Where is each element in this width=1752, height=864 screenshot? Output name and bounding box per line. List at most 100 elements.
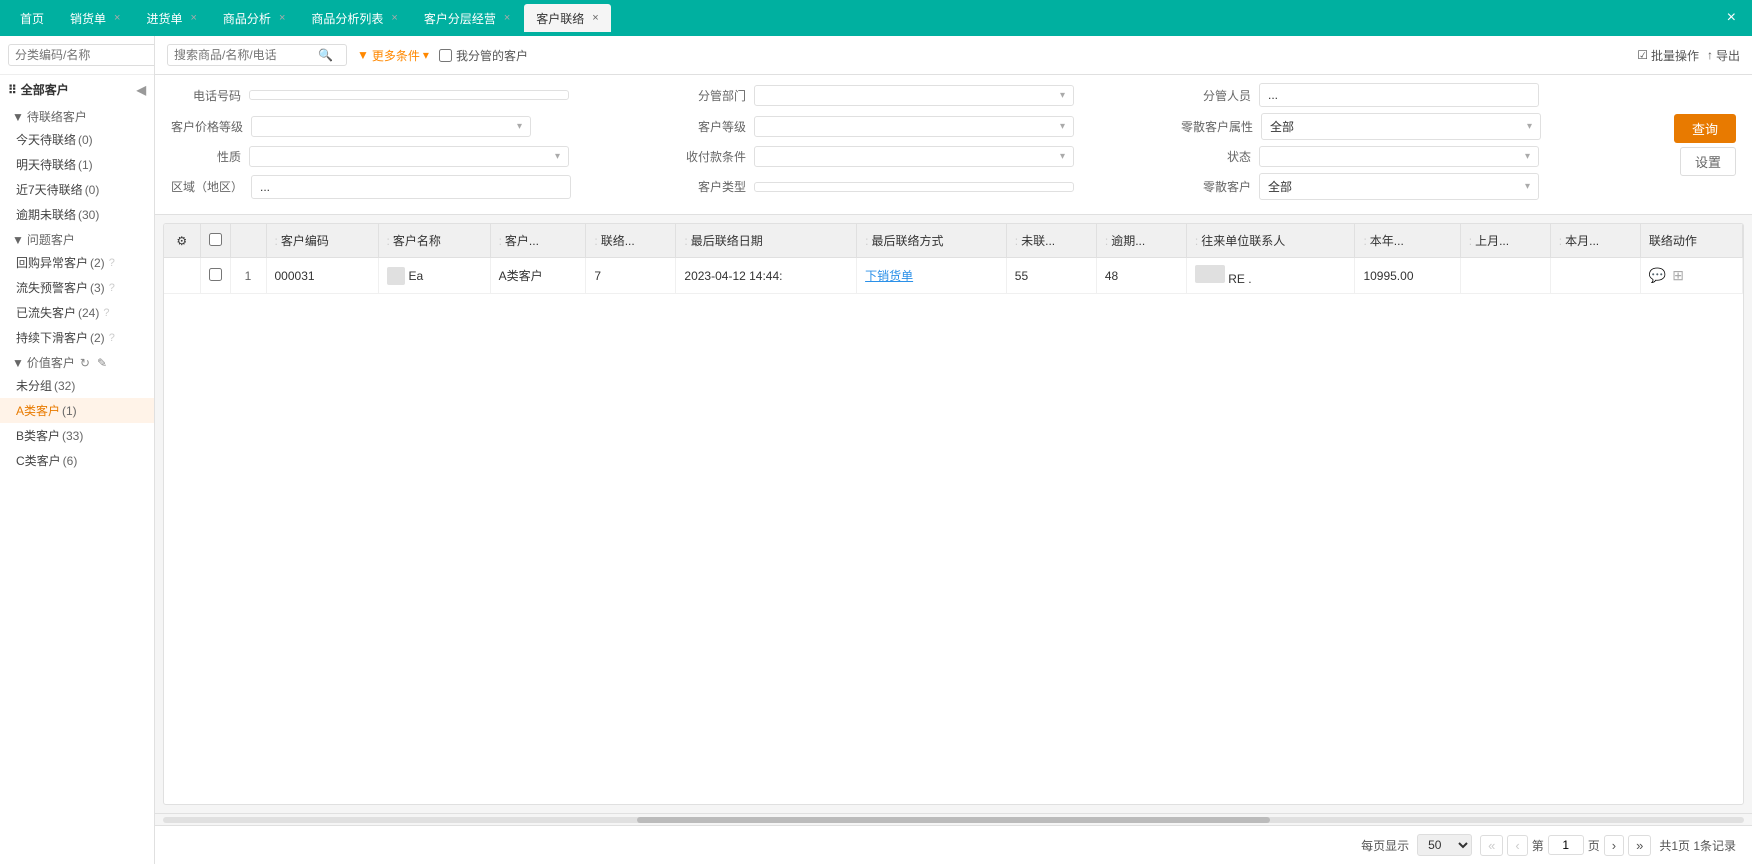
query-btn[interactable]: 查询 <box>1674 114 1736 143</box>
sidebar-item-ungrouped[interactable]: 未分组 (32) <box>0 373 154 398</box>
all-customers-header[interactable]: ⠿ 全部客户 ◀ <box>0 75 154 104</box>
tab-customer-segment-label: 客户分层经营 <box>424 10 496 27</box>
th-overdue[interactable]: :逾期... <box>1096 224 1186 258</box>
row-checkbox[interactable] <box>209 268 222 281</box>
customers-table: ⚙ :客户编码 :客户名称 :客户... :联络... :最后联络日期 :最后联… <box>164 224 1743 294</box>
problem-group-header[interactable]: ▼ 问题客户 <box>0 227 154 250</box>
retail-attr-input[interactable]: 全部 ▾ <box>1261 113 1541 140</box>
price-level-input[interactable]: ▾ <box>251 116 531 137</box>
th-gear[interactable]: ⚙ <box>164 224 200 258</box>
sidebar-item-churned[interactable]: 已流失客户 (24) ? <box>0 300 154 325</box>
td-checkbox[interactable] <box>200 258 230 294</box>
th-contact[interactable]: :联络... <box>586 224 676 258</box>
tab-goods-analysis-close[interactable]: × <box>279 12 285 24</box>
region-input[interactable]: ... <box>251 175 571 199</box>
sidebar-item-7days-label: 近7天待联络 <box>16 181 83 198</box>
th-no-contact[interactable]: :未联... <box>1006 224 1096 258</box>
sidebar-item-repurchase-anomaly[interactable]: 回购异常客户 (2) ? <box>0 250 154 275</box>
retail-customer-input[interactable]: 全部 ▾ <box>1259 173 1539 200</box>
horizontal-scrollbar[interactable] <box>155 813 1752 825</box>
scrollbar-thumb[interactable] <box>637 817 1269 823</box>
per-page-select[interactable]: 50 100 200 <box>1417 834 1472 856</box>
th-unit-contact[interactable]: :往来单位联系人 <box>1186 224 1355 258</box>
tab-customer-contact[interactable]: 客户联络 × <box>524 4 610 32</box>
chat-icon[interactable]: 💬 <box>1649 267 1666 284</box>
th-name[interactable]: :客户名称 <box>378 224 490 258</box>
first-page-btn[interactable]: « <box>1480 835 1503 856</box>
phone-input[interactable] <box>249 90 569 100</box>
nature-input[interactable]: ▾ <box>249 146 569 167</box>
help-icon-declining[interactable]: ? <box>109 332 115 344</box>
value-group-edit-btn[interactable]: ✎ <box>95 356 109 370</box>
sidebar-item-churned-label: 已流失客户 <box>16 304 76 321</box>
main-layout: 🔍 ⠿ 全部客户 ◀ ▼ 待联络客户 今天待联络 (0) 明天待联络 (1) 近… <box>0 36 1752 864</box>
tab-customer-segment-close[interactable]: × <box>504 12 510 24</box>
sidebar-item-overdue[interactable]: 逾期未联络 (30) <box>0 202 154 227</box>
th-level[interactable]: :客户... <box>490 224 586 258</box>
tab-customer-segment[interactable]: 客户分层经营 × <box>412 4 522 32</box>
sidebar-item-type-b[interactable]: B类客户 (33) <box>0 423 154 448</box>
pay-condition-input[interactable]: ▾ <box>754 146 1074 167</box>
tab-purchase[interactable]: 进货单 × <box>134 4 208 32</box>
prev-page-btn[interactable]: ‹ <box>1507 835 1527 856</box>
sidebar-item-today[interactable]: 今天待联络 (0) <box>0 127 154 152</box>
sidebar-item-churn-warning[interactable]: 流失预警客户 (3) ? <box>0 275 154 300</box>
select-all-checkbox[interactable] <box>209 233 222 246</box>
customer-type-input[interactable] <box>754 182 1074 192</box>
tab-goods-analysis[interactable]: 商品分析 × <box>211 4 297 32</box>
th-this-month[interactable]: :本月... <box>1550 224 1640 258</box>
sidebar-item-type-a-badge: (1) <box>62 404 77 418</box>
sidebar-item-declining[interactable]: 持续下滑客户 (2) ? <box>0 325 154 350</box>
td-last-contact-method[interactable]: 下销货单 <box>857 258 1007 294</box>
th-last-month[interactable]: :上月... <box>1460 224 1550 258</box>
qrcode-icon[interactable]: ⊞ <box>1672 267 1684 284</box>
sidebar-item-overdue-badge: (30) <box>78 208 99 222</box>
th-code[interactable]: :客户编码 <box>266 224 378 258</box>
value-expand-icon[interactable]: ▼ <box>12 356 24 370</box>
batch-op-btn[interactable]: ☑ 批量操作 <box>1637 47 1699 64</box>
next-page-btn[interactable]: › <box>1604 835 1624 856</box>
sidebar-search-input[interactable] <box>8 44 155 66</box>
dept-label: 分管部门 <box>676 87 746 104</box>
tab-customer-contact-close[interactable]: × <box>592 12 598 24</box>
export-btn[interactable]: ↑ 导出 <box>1707 47 1740 64</box>
sidebar-item-type-a[interactable]: A类客户 (1) <box>0 398 154 423</box>
sidebar-item-type-c[interactable]: C类客户 (6) <box>0 448 154 473</box>
search-input[interactable] <box>174 48 314 62</box>
customer-level-input[interactable]: ▾ <box>754 116 1074 137</box>
tab-goods-analysis-list[interactable]: 商品分析列表 × <box>299 4 409 32</box>
window-close-icon[interactable]: × <box>1719 9 1744 27</box>
th-checkbox[interactable] <box>200 224 230 258</box>
th-last-contact-date[interactable]: :最后联络日期 <box>676 224 857 258</box>
collapse-icon[interactable]: ◀ <box>137 83 146 97</box>
tab-goods-analysis-list-close[interactable]: × <box>391 12 397 24</box>
sidebar-item-7days[interactable]: 近7天待联络 (0) <box>0 177 154 202</box>
value-group-refresh-btn[interactable]: ↻ <box>78 356 92 370</box>
tab-home[interactable]: 首页 <box>8 4 56 32</box>
filter-row-2: 客户价格等级 ▾ 客户等级 ▾ <box>171 113 1646 140</box>
sidebar-item-tomorrow[interactable]: 明天待联络 (1) <box>0 152 154 177</box>
staff-input[interactable]: ... <box>1259 83 1539 107</box>
tab-sales[interactable]: 销货单 × <box>58 4 132 32</box>
my-customers-checkbox[interactable]: 我分管的客户 <box>439 47 528 64</box>
more-filters-btn[interactable]: ▼ 更多条件 ▾ <box>357 47 429 64</box>
help-icon-churn-warning[interactable]: ? <box>109 282 115 294</box>
last-page-btn[interactable]: » <box>1628 835 1651 856</box>
sidebar-item-declining-badge: (2) <box>90 331 105 345</box>
status-input[interactable]: ▾ <box>1259 146 1539 167</box>
settings-btn[interactable]: 设置 <box>1680 147 1736 176</box>
sidebar-item-churn-warning-label: 流失预警客户 <box>16 279 88 296</box>
td-last-contact-date: 2023-04-12 14:44: <box>676 258 857 294</box>
page-input[interactable] <box>1548 835 1584 855</box>
tab-sales-close[interactable]: × <box>114 12 120 24</box>
dept-input[interactable]: ▾ <box>754 85 1074 106</box>
search-icon[interactable]: 🔍 <box>318 48 333 62</box>
help-icon-churned[interactable]: ? <box>103 307 109 319</box>
contact-method-link[interactable]: 下销货单 <box>865 269 913 283</box>
th-last-contact-method[interactable]: :最后联络方式 <box>857 224 1007 258</box>
pending-group-header[interactable]: ▼ 待联络客户 <box>0 104 154 127</box>
th-this-year[interactable]: :本年... <box>1355 224 1460 258</box>
my-customers-input[interactable] <box>439 49 452 62</box>
help-icon-repurchase[interactable]: ? <box>109 257 115 269</box>
tab-purchase-close[interactable]: × <box>190 12 196 24</box>
